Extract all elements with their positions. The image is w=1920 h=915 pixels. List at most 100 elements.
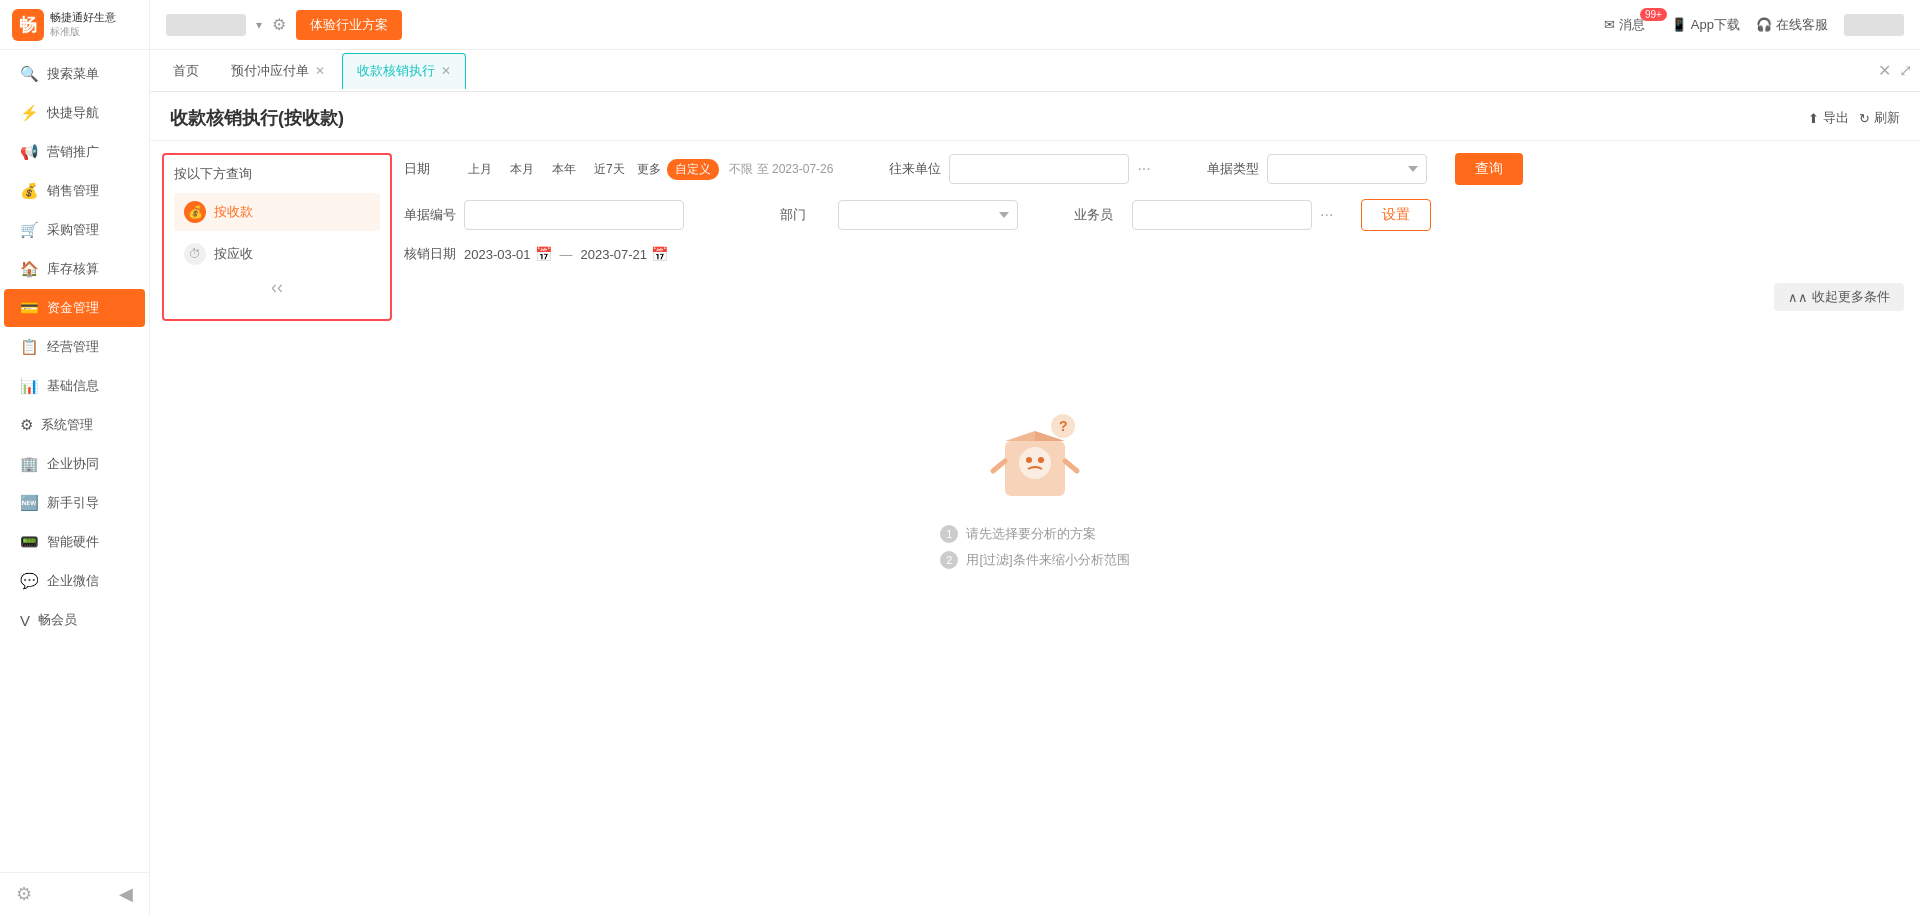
date-7days-btn[interactable]: 近7天 bbox=[588, 159, 631, 180]
receivable-option-icon: ⏱ bbox=[184, 243, 206, 265]
headset-icon: 🎧 bbox=[1756, 17, 1772, 32]
date-this-year-btn[interactable]: 本年 bbox=[546, 159, 582, 180]
filter-dept-field: 部门 bbox=[780, 200, 1018, 230]
date-custom-tag[interactable]: 自定义 bbox=[667, 159, 719, 180]
sidebar-item-basic-info[interactable]: 📊 基础信息 bbox=[4, 367, 145, 405]
logo-title: 畅捷通好生意 bbox=[50, 10, 116, 24]
sidebar-item-wechat[interactable]: 💬企业微信 bbox=[4, 562, 145, 600]
sidebar-label-wechat: 企业微信 bbox=[47, 572, 99, 590]
export-icon: ⬆ bbox=[1808, 111, 1819, 126]
logo-icon: 畅 bbox=[12, 9, 44, 41]
finance-icon: 💳 bbox=[20, 299, 39, 317]
filter-right-panel: 日期 上月 本月 本年 近7天 更多 自定义 不限 bbox=[404, 153, 1920, 321]
user-name-placeholder bbox=[166, 14, 246, 36]
tab-prepay[interactable]: 预付冲应付单 ✕ bbox=[216, 53, 340, 89]
query-btn[interactable]: 查询 bbox=[1455, 153, 1523, 185]
filter-option-receivable[interactable]: ⏱ 按应收 bbox=[174, 235, 380, 273]
sidebar-item-finance[interactable]: 💳 资金管理 bbox=[4, 289, 145, 327]
sidebar-item-quick-nav[interactable]: ⚡快捷导航 bbox=[4, 94, 145, 132]
sidebar-item-member[interactable]: V畅会员 bbox=[4, 601, 145, 639]
sidebar-label-basic-info: 基础信息 bbox=[47, 377, 99, 395]
filter-docno-field: 单据编号 bbox=[404, 200, 684, 230]
settings-icon[interactable]: ⚙ bbox=[16, 883, 32, 905]
settings-gear-icon[interactable]: ⚙ bbox=[272, 15, 286, 34]
filter-left-panel: 按以下方查询 💰 按收款 ⏱ 按应收 ‹‹ bbox=[162, 153, 392, 321]
filter-row-1: 日期 上月 本月 本年 近7天 更多 自定义 不限 bbox=[404, 153, 1904, 185]
export-btn[interactable]: ⬆ 导出 bbox=[1808, 109, 1849, 127]
sidebar-item-purchase[interactable]: 🛒采购管理 bbox=[4, 211, 145, 249]
sidebar-label-guide: 新手引导 bbox=[47, 494, 99, 512]
doc-type-select[interactable] bbox=[1267, 154, 1427, 184]
sidebar-item-sales[interactable]: 💰销售管理 bbox=[4, 172, 145, 210]
date-last-month-btn[interactable]: 上月 bbox=[462, 159, 498, 180]
logo-subtitle: 标准版 bbox=[50, 25, 116, 39]
message-btn[interactable]: ✉ 消息 99+ bbox=[1604, 16, 1655, 34]
operation-icon: 📋 bbox=[20, 338, 39, 356]
tab-close-window-icon[interactable]: ✕ bbox=[1878, 61, 1891, 80]
tab-maximize-icon[interactable]: ⤢ bbox=[1899, 61, 1912, 80]
hint-num-1: 1 bbox=[940, 525, 958, 543]
filter-collapse-btn[interactable]: ‹‹ bbox=[174, 277, 380, 298]
user-dropdown-icon[interactable]: ▾ bbox=[256, 18, 262, 32]
dept-select[interactable] bbox=[838, 200, 1018, 230]
collapse-sidebar-icon[interactable]: ◀ bbox=[119, 883, 133, 905]
receipt-option-icon: 💰 bbox=[184, 201, 206, 223]
tab-prepay-close[interactable]: ✕ bbox=[315, 64, 325, 78]
sidebar-item-operation[interactable]: 📋经营管理 bbox=[4, 328, 145, 366]
sidebar-item-smart-hw[interactable]: 📟智能硬件 bbox=[4, 523, 145, 561]
date-this-month-btn[interactable]: 本月 bbox=[504, 159, 540, 180]
date-no-limit: 不限 bbox=[729, 161, 753, 178]
topbar-right: ✉ 消息 99+ 📱 App下载 🎧 在线客服 bbox=[1604, 14, 1904, 36]
sidebar-item-guide[interactable]: 🆕新手引导 bbox=[4, 484, 145, 522]
date-more-btn[interactable]: 更多 bbox=[637, 161, 661, 178]
industry-btn[interactable]: 体验行业方案 bbox=[296, 10, 402, 40]
verify-date-end-calendar-icon[interactable]: 📅 bbox=[651, 246, 668, 262]
empty-illustration: ? bbox=[975, 401, 1095, 511]
basic-info-icon: 📊 bbox=[20, 377, 39, 395]
collapse-more-btn[interactable]: ∧∧ 收起更多条件 bbox=[1774, 283, 1904, 311]
sidebar-label-enterprise: 企业协同 bbox=[47, 455, 99, 473]
doc-type-label: 单据类型 bbox=[1207, 160, 1259, 178]
sidebar-label-quick-nav: 快捷导航 bbox=[47, 104, 99, 122]
verify-date-start-group: 2023-03-01 📅 bbox=[464, 246, 552, 262]
date-quick-group: 上月 本月 本年 近7天 更多 自定义 bbox=[462, 159, 719, 180]
app-download-label: App下载 bbox=[1691, 16, 1740, 34]
empty-hint-2: 2 用[过滤]条件来缩小分析范围 bbox=[940, 551, 1129, 569]
page-content: 收款核销执行(按收款) ⬆ 导出 ↻ 刷新 按以下方查询 bbox=[150, 92, 1920, 915]
verify-date-start-text: 2023-03-01 bbox=[464, 247, 531, 262]
sidebar-label-member: 畅会员 bbox=[38, 611, 77, 629]
refresh-btn[interactable]: ↻ 刷新 bbox=[1859, 109, 1900, 127]
online-service-label: 在线客服 bbox=[1776, 16, 1828, 34]
tab-collection[interactable]: 收款核销执行 ✕ bbox=[342, 53, 466, 89]
filter-row-3: 核销日期 2023-03-01 📅 — 2023-07-21 📅 bbox=[404, 245, 1904, 263]
sidebar-item-enterprise[interactable]: 🏢企业协同 bbox=[4, 445, 145, 483]
tab-collection-label: 收款核销执行 bbox=[357, 62, 435, 80]
collapse-up-icon: ∧∧ bbox=[1788, 290, 1808, 305]
app-download-btn[interactable]: 📱 App下载 bbox=[1671, 16, 1740, 34]
date-label: 日期 bbox=[404, 160, 454, 178]
settings-btn[interactable]: 设置 bbox=[1361, 199, 1431, 231]
staff-input[interactable] bbox=[1132, 200, 1312, 230]
counterparty-ellipsis-icon[interactable]: ··· bbox=[1137, 160, 1150, 178]
message-badge: 99+ bbox=[1640, 8, 1667, 21]
sidebar-label-finance: 资金管理 bbox=[47, 299, 99, 317]
filter-actions-row: ∧∧ 收起更多条件 bbox=[404, 277, 1904, 321]
staff-ellipsis-icon[interactable]: ··· bbox=[1320, 206, 1333, 224]
sidebar-label-smart-hw: 智能硬件 bbox=[47, 533, 99, 551]
filter-option-receipt[interactable]: 💰 按收款 bbox=[174, 193, 380, 231]
query-btn-col: 查询 bbox=[1455, 153, 1523, 185]
sidebar-item-system[interactable]: ⚙系统管理 bbox=[4, 406, 145, 444]
tab-home[interactable]: 首页 bbox=[158, 53, 214, 89]
verify-date-start-calendar-icon[interactable]: 📅 bbox=[535, 246, 552, 262]
docno-input[interactable] bbox=[464, 200, 684, 230]
sidebar-item-search[interactable]: 🔍搜索菜单 bbox=[4, 55, 145, 93]
online-service-btn[interactable]: 🎧 在线客服 bbox=[1756, 16, 1828, 34]
svg-point-3 bbox=[1019, 447, 1051, 479]
tab-collection-close[interactable]: ✕ bbox=[441, 64, 451, 78]
sidebar-item-marketing[interactable]: 📢营销推广 bbox=[4, 133, 145, 171]
sidebar-footer: ⚙ ◀ bbox=[0, 872, 149, 915]
counterparty-input[interactable] bbox=[949, 154, 1129, 184]
phone-icon: 📱 bbox=[1671, 17, 1687, 32]
sidebar-item-inventory[interactable]: 🏠库存核算 bbox=[4, 250, 145, 288]
refresh-icon: ↻ bbox=[1859, 111, 1870, 126]
